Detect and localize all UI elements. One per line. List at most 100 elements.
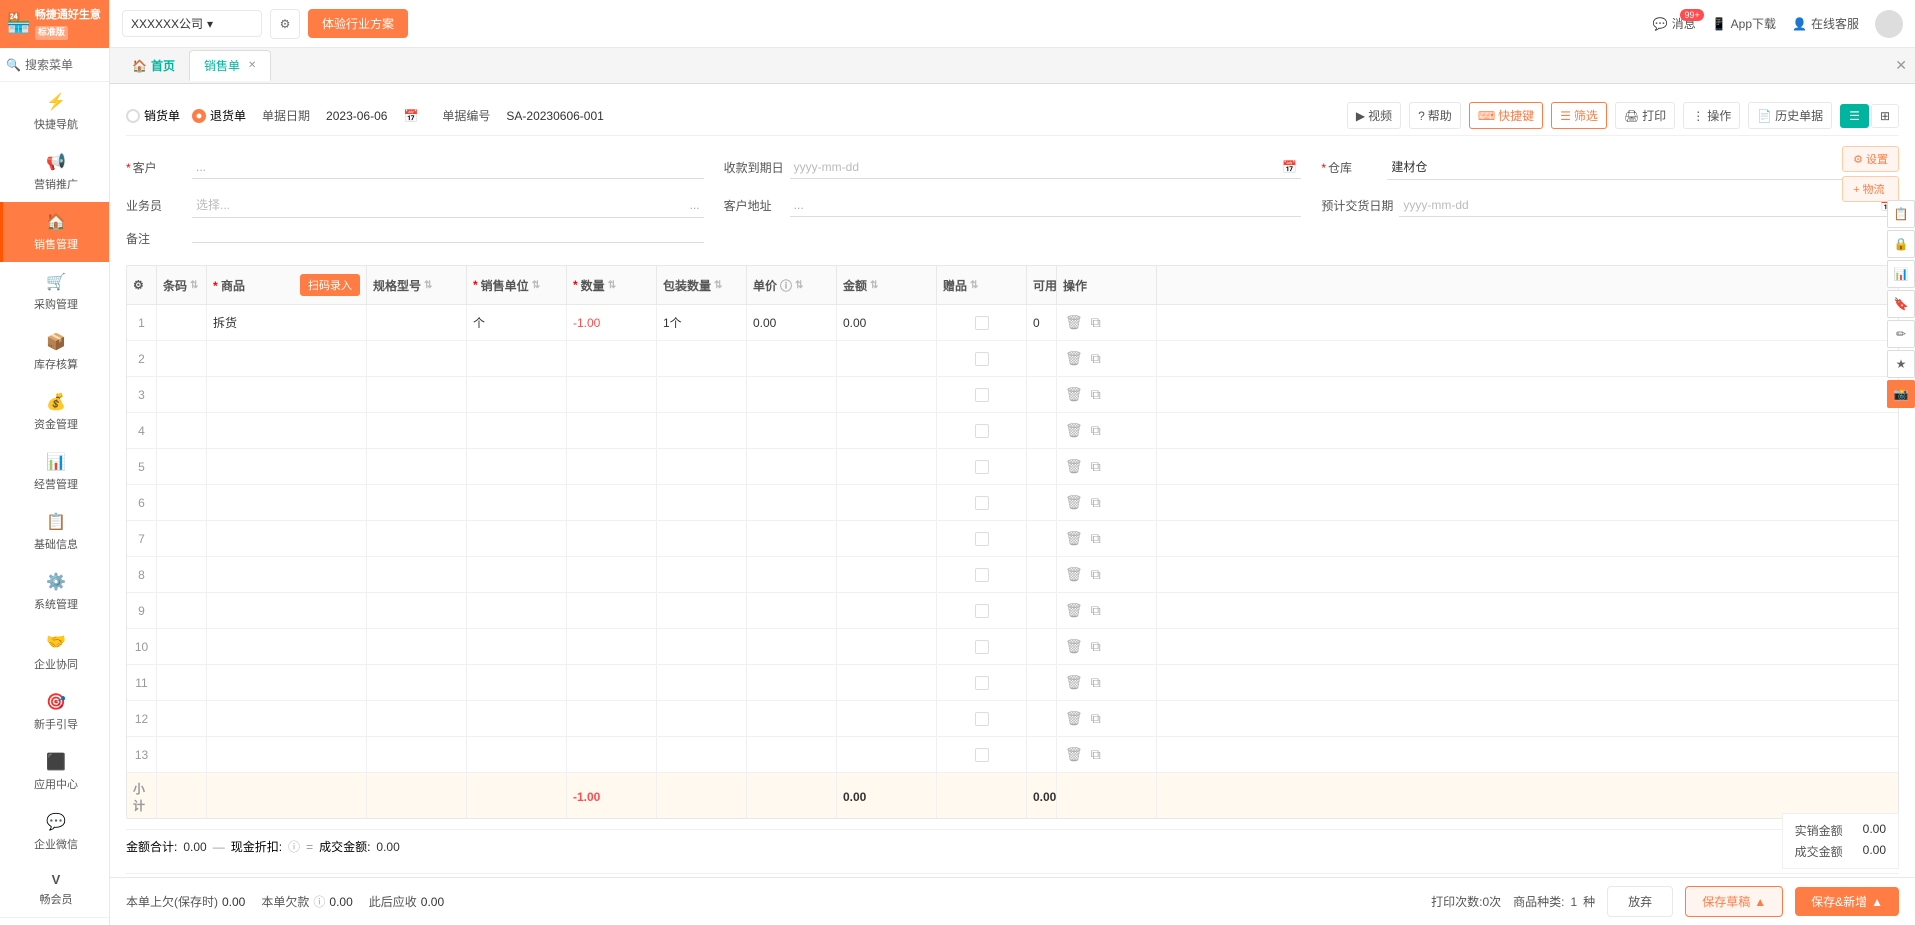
copy-row-icon[interactable]: ⧉: [1089, 456, 1103, 477]
gift-checkbox[interactable]: [975, 604, 989, 618]
print-btn[interactable]: 🖨 打印: [1615, 102, 1675, 129]
copy-row-icon[interactable]: ⧉: [1089, 672, 1103, 693]
customer-addr-input[interactable]: ...: [790, 194, 1302, 217]
td-amount[interactable]: 0.00: [837, 305, 937, 340]
delete-row-icon[interactable]: 🗑: [1063, 672, 1085, 693]
due-date-calendar-icon[interactable]: 📅: [1282, 160, 1297, 174]
td-gift[interactable]: [937, 737, 1027, 772]
sidebar-item-vip[interactable]: V 畅会员: [0, 862, 109, 917]
logistics-btn[interactable]: + 物流: [1842, 176, 1899, 202]
side-btn-7[interactable]: 📸: [1887, 380, 1915, 408]
side-btn-5[interactable]: ✏: [1887, 320, 1915, 348]
delete-row-icon[interactable]: 🗑: [1063, 312, 1085, 333]
calendar-icon[interactable]: 📅: [403, 109, 418, 123]
td-price[interactable]: 0.00: [747, 305, 837, 340]
delete-row-icon[interactable]: 🗑: [1063, 708, 1085, 729]
delete-row-icon[interactable]: 🗑: [1063, 564, 1085, 585]
td-product[interactable]: [207, 377, 367, 412]
td-gift[interactable]: [937, 665, 1027, 700]
abandon-btn[interactable]: 放弃: [1607, 886, 1673, 917]
td-gift[interactable]: [937, 593, 1027, 628]
td-gift[interactable]: [937, 413, 1027, 448]
radio-sale[interactable]: 销货单: [126, 107, 180, 124]
sidebar-item-base[interactable]: 📋 基础信息: [0, 502, 109, 562]
delete-row-icon[interactable]: 🗑: [1063, 528, 1085, 549]
sidebar-item-sales[interactable]: 🏠 销售管理: [0, 202, 109, 262]
sidebar-item-finance[interactable]: 💰 资金管理: [0, 382, 109, 442]
copy-row-icon[interactable]: ⧉: [1089, 348, 1103, 369]
td-gift[interactable]: [937, 521, 1027, 556]
sidebar-item-guide[interactable]: 🎯 新手引导: [0, 682, 109, 742]
side-btn-1[interactable]: 📋: [1887, 200, 1915, 228]
sidebar-item-ops[interactable]: 📊 经营管理: [0, 442, 109, 502]
td-gift[interactable]: [937, 557, 1027, 592]
gift-checkbox[interactable]: [975, 388, 989, 402]
td-product[interactable]: 拆货: [207, 305, 367, 340]
side-btn-3[interactable]: 📊: [1887, 260, 1915, 288]
sidebar-item-quick-nav[interactable]: ⚡ 快捷导航: [0, 82, 109, 142]
td-gift[interactable]: [937, 629, 1027, 664]
tab-close-icon[interactable]: ✕: [248, 60, 256, 71]
header-settings-btn[interactable]: ⚙: [270, 9, 300, 39]
salesperson-input[interactable]: 选择... ...: [192, 192, 704, 218]
gift-checkbox[interactable]: [975, 640, 989, 654]
copy-row-icon[interactable]: ⧉: [1089, 636, 1103, 657]
sidebar-item-inventory[interactable]: 📦 库存核算: [0, 322, 109, 382]
sidebar-item-sys[interactable]: ⚙️ 系统管理: [0, 562, 109, 622]
side-btn-4[interactable]: 🔖: [1887, 290, 1915, 318]
td-pkg[interactable]: [657, 341, 747, 376]
td-gift[interactable]: [937, 377, 1027, 412]
experience-btn[interactable]: 体验行业方案: [308, 9, 408, 38]
td-qty[interactable]: -1.00: [567, 305, 657, 340]
save-new-btn[interactable]: 保存&新增 ▲: [1795, 887, 1899, 916]
copy-row-icon[interactable]: ⧉: [1089, 600, 1103, 621]
sidebar-item-purchase[interactable]: 🛒 采购管理: [0, 262, 109, 322]
delete-row-icon[interactable]: 🗑: [1063, 636, 1085, 657]
td-spec[interactable]: [367, 305, 467, 340]
gift-checkbox[interactable]: [975, 352, 989, 366]
message-btn[interactable]: 💬 消息 99+: [1653, 15, 1696, 32]
td-barcode[interactable]: [157, 305, 207, 340]
online-service-btn[interactable]: 👤 在线客服: [1792, 15, 1859, 32]
delete-row-icon[interactable]: 🗑: [1063, 600, 1085, 621]
copy-row-icon[interactable]: ⧉: [1089, 492, 1103, 513]
td-spec[interactable]: [367, 341, 467, 376]
video-btn[interactable]: ▶ 视频: [1347, 102, 1401, 129]
radio-return[interactable]: 退货单: [192, 107, 246, 124]
shortcut-btn[interactable]: ⌨ 快捷键: [1469, 102, 1543, 129]
td-unit[interactable]: 个: [467, 305, 567, 340]
tab-sales-order[interactable]: 销售单 ✕: [189, 50, 271, 81]
td-gift[interactable]: [937, 449, 1027, 484]
gift-checkbox[interactable]: [975, 676, 989, 690]
side-btn-2[interactable]: 🔒: [1887, 230, 1915, 258]
td-pkg[interactable]: [657, 377, 747, 412]
save-draft-btn[interactable]: 保存草稿 ▲: [1685, 886, 1783, 917]
side-btn-6[interactable]: ★: [1887, 350, 1915, 378]
gift-checkbox[interactable]: [975, 460, 989, 474]
th-settings[interactable]: ⚙: [127, 266, 157, 304]
td-barcode[interactable]: [157, 341, 207, 376]
filter-btn[interactable]: ☰ 筛选: [1551, 102, 1607, 129]
td-spec[interactable]: [367, 377, 467, 412]
gift-checkbox[interactable]: [975, 532, 989, 546]
td-product[interactable]: [207, 341, 367, 376]
delete-row-icon[interactable]: 🗑: [1063, 492, 1085, 513]
gift-checkbox[interactable]: [975, 568, 989, 582]
sidebar-item-corp[interactable]: 🤝 企业协同: [0, 622, 109, 682]
delete-row-icon[interactable]: 🗑: [1063, 456, 1085, 477]
sidebar-search[interactable]: 🔍 搜索菜单: [0, 48, 109, 82]
copy-row-icon[interactable]: ⧉: [1089, 420, 1103, 441]
td-gift[interactable]: [937, 341, 1027, 376]
delete-row-icon[interactable]: 🗑: [1063, 420, 1085, 441]
delete-row-icon[interactable]: 🗑: [1063, 348, 1085, 369]
copy-row-icon[interactable]: ⧉: [1089, 528, 1103, 549]
sidebar-item-wechat[interactable]: 💬 企业微信: [0, 802, 109, 862]
copy-row-icon[interactable]: ⧉: [1089, 564, 1103, 585]
copy-row-icon[interactable]: ⧉: [1089, 384, 1103, 405]
copy-row-icon[interactable]: ⧉: [1089, 708, 1103, 729]
gift-checkbox[interactable]: [975, 424, 989, 438]
delivery-date-input[interactable]: yyyy-mm-dd 📅: [1399, 194, 1899, 217]
gift-checkbox[interactable]: [975, 748, 989, 762]
td-price[interactable]: [747, 377, 837, 412]
remark-input[interactable]: [192, 234, 704, 243]
